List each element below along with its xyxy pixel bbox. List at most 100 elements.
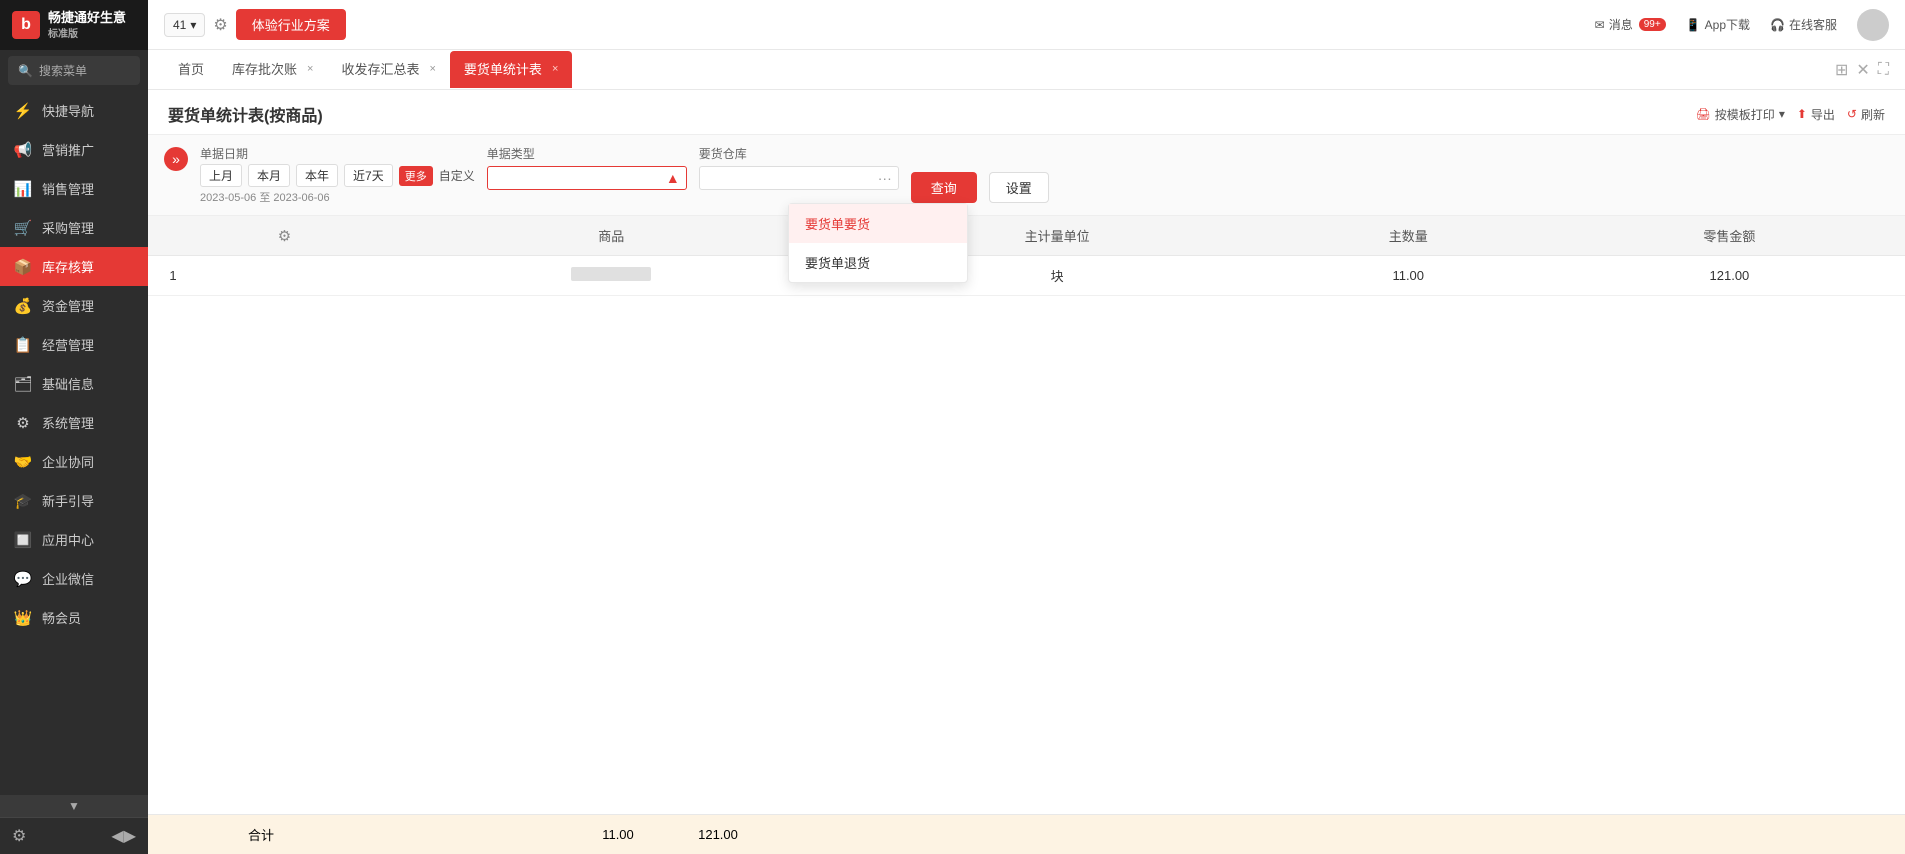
page-title: 要货单统计表(按商品) bbox=[168, 102, 323, 126]
sidebar-item-label: 快捷导航 bbox=[42, 101, 94, 120]
date-btn-last7[interactable]: 近7天 bbox=[344, 164, 393, 187]
filter-expand-button[interactable]: » bbox=[164, 147, 188, 171]
sidebar-scroll-down[interactable]: ▼ bbox=[0, 795, 148, 817]
collapse-icon[interactable]: ◀▶ bbox=[111, 826, 136, 846]
topbar-gear-icon[interactable]: ⚙ bbox=[213, 15, 227, 35]
custom-label[interactable]: 自定义 bbox=[439, 167, 475, 184]
window-maximize-button[interactable]: ⛶ bbox=[1878, 61, 1889, 79]
dropdown-item-order-return[interactable]: 要货单退货 bbox=[789, 243, 967, 282]
date-btn-more[interactable]: 更多 bbox=[399, 166, 433, 186]
sidebar-item-finance[interactable]: 💰 资金管理 bbox=[0, 286, 148, 325]
doc-type-dropdown: 要货单要货 要货单退货 bbox=[788, 203, 968, 283]
query-button[interactable]: 查询 bbox=[911, 172, 977, 203]
sidebar-item-basic[interactable]: 🗂 基础信息 bbox=[0, 364, 148, 403]
quick-nav-icon: ⚡ bbox=[14, 102, 32, 120]
appstore-icon: 🔲 bbox=[14, 531, 32, 549]
dropdown-item-order-goods-label: 要货单要货 bbox=[805, 217, 870, 232]
tab-order-summary[interactable]: 要货单统计表 × bbox=[450, 51, 572, 88]
sidebar-item-guide[interactable]: 🎓 新手引导 bbox=[0, 481, 148, 520]
app-name: 畅捷通好生意 bbox=[48, 10, 126, 26]
sidebar-item-sales[interactable]: 📊 销售管理 bbox=[0, 169, 148, 208]
sidebar-item-inventory[interactable]: 📦 库存核算 bbox=[0, 247, 148, 286]
refresh-label: 刷新 bbox=[1861, 106, 1885, 123]
date-btn-current[interactable]: 本月 bbox=[248, 164, 290, 187]
messages-action[interactable]: ✉ 消息 99+ bbox=[1595, 16, 1666, 33]
warehouse-input[interactable] bbox=[706, 171, 874, 185]
date-btn-year[interactable]: 本年 bbox=[296, 164, 338, 187]
tab-expand-button[interactable]: ⊞ bbox=[1835, 60, 1848, 80]
data-table: ⚙ 商品 主计量单位 主数量 零 bbox=[148, 216, 1905, 296]
basic-icon: 🗂 bbox=[14, 375, 32, 393]
warehouse-ellipsis-icon[interactable]: ··· bbox=[878, 170, 892, 186]
tab-receive-summary[interactable]: 收发存汇总表 × bbox=[327, 51, 449, 88]
table-column-settings-icon[interactable]: ⚙ bbox=[278, 228, 291, 245]
sidebar-item-label: 基础信息 bbox=[42, 374, 94, 393]
export-button[interactable]: ⬆ 导出 bbox=[1797, 106, 1835, 123]
tab-order-summary-close[interactable]: × bbox=[552, 63, 558, 75]
sidebar-item-vip[interactable]: 👑 畅会员 bbox=[0, 598, 148, 637]
store-selector[interactable]: 41 ▾ bbox=[164, 13, 205, 37]
page-container: 要货单统计表(按商品) 🖨 按模板打印 ▾ ⬆ 导出 ↺ 刷新 bbox=[148, 90, 1905, 854]
row-amount: 121.00 bbox=[1554, 256, 1905, 296]
sidebar-search[interactable]: 🔍 搜索菜单 bbox=[8, 56, 140, 85]
sidebar-item-label: 畅会员 bbox=[42, 608, 81, 627]
sidebar-item-label: 采购管理 bbox=[42, 218, 94, 237]
refresh-button[interactable]: ↺ 刷新 bbox=[1847, 106, 1885, 123]
col-quantity-header: 主数量 bbox=[1263, 216, 1554, 256]
sidebar-item-marketing[interactable]: 📢 营销推广 bbox=[0, 130, 148, 169]
sidebar-item-operation[interactable]: 📋 经营管理 bbox=[0, 325, 148, 364]
sidebar-item-label: 企业协同 bbox=[42, 452, 94, 471]
tab-inventory-batch-label: 库存批次账 bbox=[232, 59, 297, 78]
export-label: 导出 bbox=[1811, 106, 1835, 123]
app-logo: b 畅捷通好生意 标准版 bbox=[0, 0, 148, 50]
footer-label-cell: 合计 bbox=[248, 825, 448, 844]
sales-icon: 📊 bbox=[14, 180, 32, 198]
sidebar-item-label: 新手引导 bbox=[42, 491, 94, 510]
doc-type-input[interactable] bbox=[494, 171, 662, 185]
footer-quantity: 11.00 bbox=[568, 827, 668, 842]
sidebar-item-label: 应用中心 bbox=[42, 530, 94, 549]
topbar-left: 41 ▾ ⚙ 体验行业方案 bbox=[164, 9, 346, 40]
sidebar-item-appstore[interactable]: 🔲 应用中心 bbox=[0, 520, 148, 559]
sidebar-item-label: 营销推广 bbox=[42, 140, 94, 159]
window-close-button[interactable]: ✕ bbox=[1856, 60, 1869, 80]
sidebar-nav: ⚡ 快捷导航 📢 营销推广 📊 销售管理 🛒 采购管理 📦 库存核算 💰 资金管… bbox=[0, 91, 148, 795]
filter-warehouse-group: 要货仓库 ··· bbox=[699, 145, 899, 190]
date-btn-previous[interactable]: 上月 bbox=[200, 164, 242, 187]
user-avatar[interactable] bbox=[1857, 9, 1889, 41]
sidebar-item-quick-nav[interactable]: ⚡ 快捷导航 bbox=[0, 91, 148, 130]
dropdown-item-order-goods[interactable]: 要货单要货 bbox=[789, 204, 967, 243]
date-row: 上月 本月 本年 近7天 更多 自定义 bbox=[200, 164, 475, 187]
headset-icon: 🎧 bbox=[1770, 18, 1785, 32]
online-service-action[interactable]: 🎧 在线客服 bbox=[1770, 16, 1837, 33]
app-name-block: 畅捷通好生意 标准版 bbox=[48, 10, 126, 41]
enterprise-icon: 🤝 bbox=[14, 453, 32, 471]
purchase-icon: 🛒 bbox=[14, 219, 32, 237]
doc-type-chevron-up[interactable]: ▲ bbox=[666, 170, 680, 186]
sidebar-item-wechat[interactable]: 💬 企业微信 bbox=[0, 559, 148, 598]
col-settings-header[interactable]: ⚙ bbox=[198, 216, 371, 256]
tab-receive-summary-close[interactable]: × bbox=[429, 63, 435, 75]
setting-button[interactable]: 设置 bbox=[989, 172, 1049, 203]
print-template-button[interactable]: 🖨 按模板打印 ▾ bbox=[1696, 106, 1785, 123]
app-download-action[interactable]: 📱 App下载 bbox=[1686, 16, 1750, 33]
settings-icon[interactable]: ⚙ bbox=[12, 826, 26, 846]
sidebar-item-label: 企业微信 bbox=[42, 569, 94, 588]
topbar-right: ✉ 消息 99+ 📱 App下载 🎧 在线客服 bbox=[1595, 9, 1889, 41]
tab-inventory-batch-close[interactable]: × bbox=[307, 63, 313, 75]
sidebar-item-system[interactable]: ⚙ 系统管理 bbox=[0, 403, 148, 442]
table-footer: 合计 11.00 121.00 bbox=[148, 814, 1905, 854]
col-amount-header: 零售金额 bbox=[1554, 216, 1905, 256]
sidebar-item-enterprise[interactable]: 🤝 企业协同 bbox=[0, 442, 148, 481]
sidebar-item-purchase[interactable]: 🛒 采购管理 bbox=[0, 208, 148, 247]
sidebar-item-label: 销售管理 bbox=[42, 179, 94, 198]
trial-button[interactable]: 体验行业方案 bbox=[236, 9, 346, 40]
table-wrap: ⚙ 商品 主计量单位 主数量 零 bbox=[148, 216, 1905, 814]
message-icon: ✉ bbox=[1595, 18, 1605, 32]
tab-home[interactable]: 首页 bbox=[164, 51, 218, 88]
store-dropdown-icon: ▾ bbox=[190, 18, 196, 32]
sidebar-bottom: ⚙ ◀▶ bbox=[0, 817, 148, 854]
tab-inventory-batch[interactable]: 库存批次账 × bbox=[218, 51, 327, 88]
dropdown-item-order-return-label: 要货单退货 bbox=[805, 256, 870, 271]
footer-total-label: 合计 bbox=[248, 828, 274, 843]
